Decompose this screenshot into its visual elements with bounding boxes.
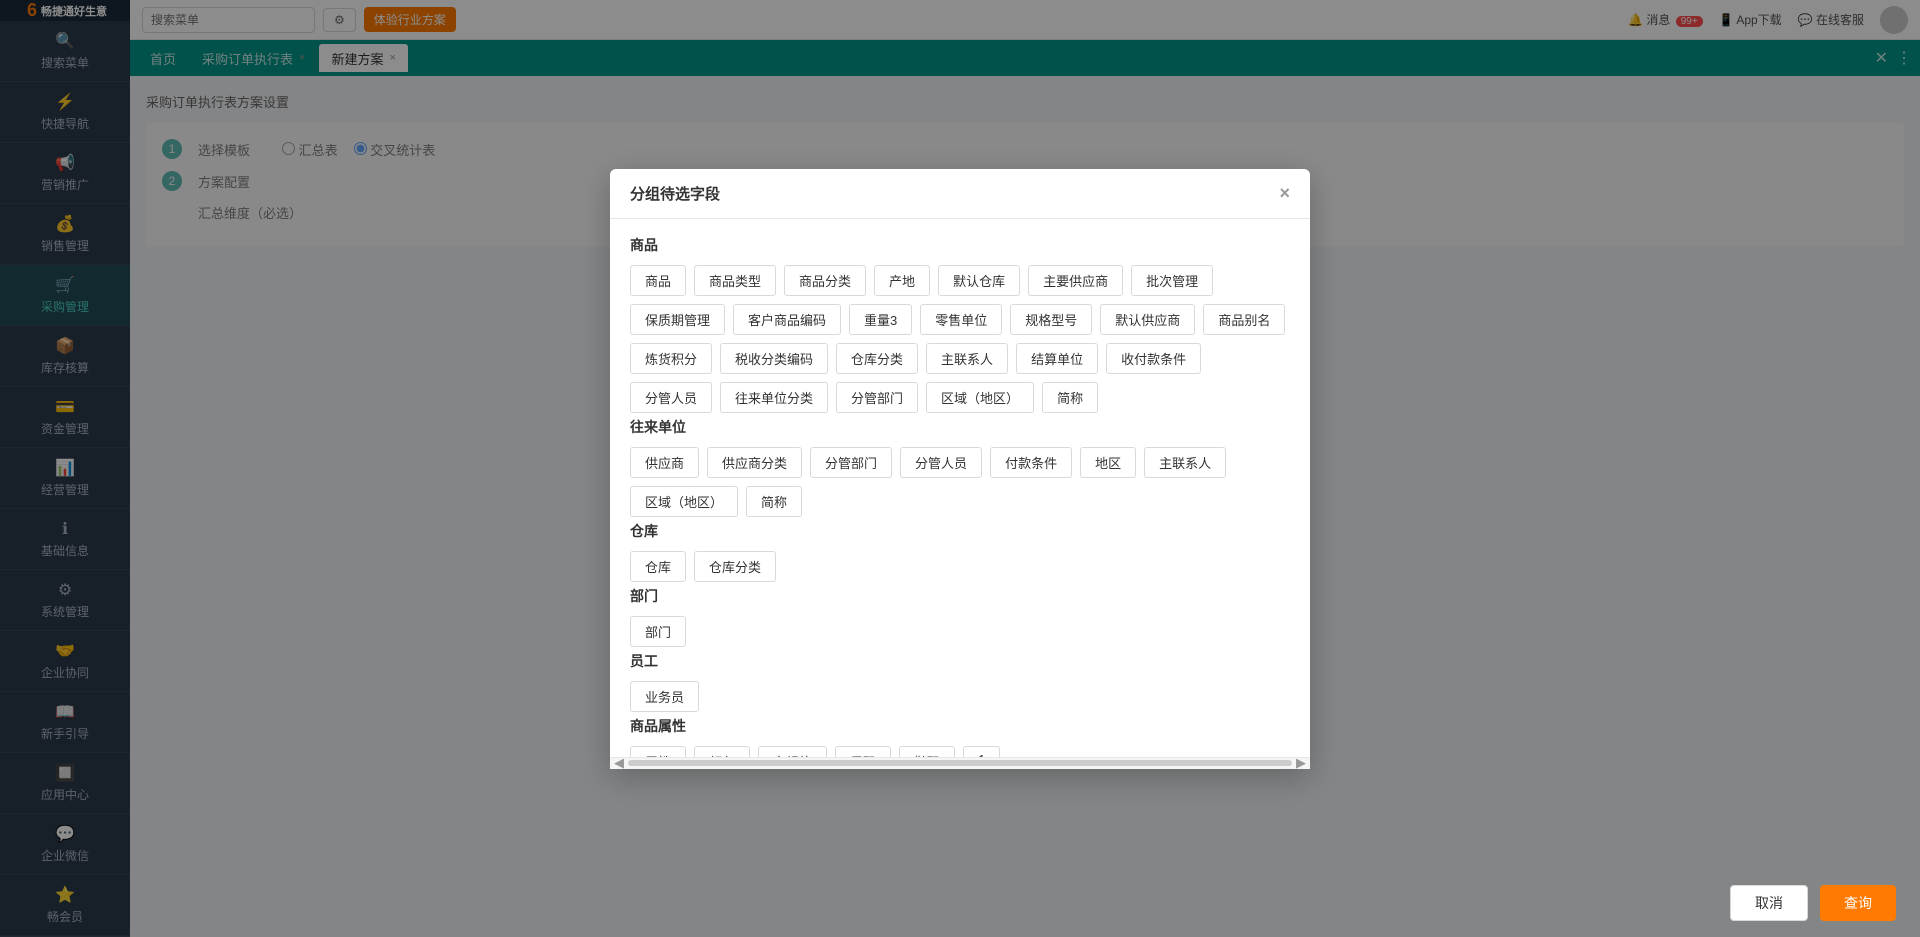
field-chip[interactable]: 区域（地区） — [926, 382, 1034, 413]
section-goods-chips: 商品商品类型商品分类产地默认仓库主要供应商批次管理保质期管理客户商品编码重量3 零… — [630, 265, 1290, 413]
field-chip[interactable]: 供应商 — [630, 447, 699, 478]
modal-footer-actions: 取消 查询 — [1730, 885, 1896, 921]
field-chip[interactable]: 分管部门 — [810, 447, 892, 478]
field-chip[interactable]: 税收分类编码 — [720, 343, 828, 374]
section-department-chips: 部门 — [630, 616, 1290, 647]
section-goods-attr: 商品属性 属性颜色多规格尺码鞋码 1 — [630, 716, 1290, 757]
field-select-modal: 分组待选字段 × 商品 商品商品类型商品分类产地默认仓库主要供应商批次管理保质期… — [610, 169, 1310, 769]
section-department: 部门 部门 — [630, 586, 1290, 647]
field-chip[interactable]: 分管人员 — [630, 382, 712, 413]
field-chip[interactable]: 商品分类 — [784, 265, 866, 296]
section-partners: 往来单位 供应商供应商分类分管部门分管人员付款条件地区主联系人区域（地区） 简称 — [630, 417, 1290, 517]
modal-header: 分组待选字段 × — [610, 169, 1310, 219]
modal-scrollbar-area: ◀ ▶ — [610, 757, 1310, 769]
field-chip[interactable]: 规格型号 — [1010, 304, 1092, 335]
field-chip[interactable]: 鞋码 — [899, 746, 955, 757]
scrollbar-left-arrow[interactable]: ◀ — [614, 755, 624, 771]
field-chip[interactable]: 供应商分类 — [707, 447, 802, 478]
scrollbar-right-arrow[interactable]: ▶ — [1296, 755, 1306, 771]
field-chip[interactable]: 默认供应商 — [1100, 304, 1195, 335]
modal-overlay: 分组待选字段 × 商品 商品商品类型商品分类产地默认仓库主要供应商批次管理保质期… — [0, 0, 1920, 937]
field-chip[interactable]: 主要供应商 — [1028, 265, 1123, 296]
field-chip[interactable]: 保质期管理 — [630, 304, 725, 335]
field-chip[interactable]: 商品 — [630, 265, 686, 296]
section-staff-chips: 业务员 — [630, 681, 1290, 712]
field-chip[interactable]: 客户商品编码 — [733, 304, 841, 335]
field-chip[interactable]: 分管部门 — [836, 382, 918, 413]
section-goods-attr-title: 商品属性 — [630, 716, 1290, 736]
field-chip[interactable]: 付款条件 — [990, 447, 1072, 478]
field-chip[interactable]: 属性 — [630, 746, 686, 757]
section-goods-title: 商品 — [630, 235, 1290, 255]
field-chip[interactable]: 分管人员 — [900, 447, 982, 478]
field-chip[interactable]: 零售单位 — [920, 304, 1002, 335]
field-chip[interactable]: 收付款条件 — [1106, 343, 1201, 374]
section-staff: 员工 业务员 — [630, 651, 1290, 712]
modal-close-button[interactable]: × — [1279, 184, 1290, 202]
field-chip[interactable]: 结算单位 — [1016, 343, 1098, 374]
field-chip[interactable]: 主联系人 — [1144, 447, 1226, 478]
horizontal-scrollbar[interactable] — [628, 760, 1292, 766]
field-chip[interactable]: 仓库分类 — [836, 343, 918, 374]
field-chip[interactable]: 默认仓库 — [938, 265, 1020, 296]
field-chip[interactable]: 炼货积分 — [630, 343, 712, 374]
section-staff-title: 员工 — [630, 651, 1290, 671]
field-chip[interactable]: 商品别名 — [1203, 304, 1285, 335]
field-chip[interactable]: 部门 — [630, 616, 686, 647]
field-chip[interactable]: 仓库 — [630, 551, 686, 582]
section-department-title: 部门 — [630, 586, 1290, 606]
field-chip[interactable]: 商品类型 — [694, 265, 776, 296]
section-partners-title: 往来单位 — [630, 417, 1290, 437]
modal-title: 分组待选字段 — [630, 183, 720, 204]
field-chip[interactable]: 简称 — [1042, 382, 1098, 413]
field-chip[interactable]: 产地 — [874, 265, 930, 296]
modal-body: 商品 商品商品类型商品分类产地默认仓库主要供应商批次管理保质期管理客户商品编码重… — [610, 219, 1310, 757]
field-chip[interactable]: 简称 — [746, 486, 802, 517]
field-chip[interactable]: 重量3 — [849, 304, 912, 335]
section-goods: 商品 商品商品类型商品分类产地默认仓库主要供应商批次管理保质期管理客户商品编码重… — [630, 235, 1290, 413]
field-chip[interactable]: 多规格 — [758, 746, 827, 757]
field-chip[interactable]: 区域（地区） — [630, 486, 738, 517]
field-chip[interactable]: 业务员 — [630, 681, 699, 712]
field-chip[interactable]: 颜色 — [694, 746, 750, 757]
section-goods-attr-chips: 属性颜色多规格尺码鞋码 1 — [630, 746, 1290, 757]
section-warehouse: 仓库 仓库仓库分类 — [630, 521, 1290, 582]
field-chip[interactable]: 往来单位分类 — [720, 382, 828, 413]
field-chip[interactable]: 尺码 — [835, 746, 891, 757]
field-chip[interactable]: 主联系人 — [926, 343, 1008, 374]
section-warehouse-chips: 仓库仓库分类 — [630, 551, 1290, 582]
section-partners-chips: 供应商供应商分类分管部门分管人员付款条件地区主联系人区域（地区） 简称 — [630, 447, 1290, 517]
field-chip[interactable]: 批次管理 — [1131, 265, 1213, 296]
confirm-button[interactable]: 查询 — [1820, 885, 1896, 921]
field-chip[interactable]: 1 — [963, 746, 1000, 757]
cancel-button[interactable]: 取消 — [1730, 885, 1808, 921]
field-chip[interactable]: 仓库分类 — [694, 551, 776, 582]
section-warehouse-title: 仓库 — [630, 521, 1290, 541]
field-chip[interactable]: 地区 — [1080, 447, 1136, 478]
